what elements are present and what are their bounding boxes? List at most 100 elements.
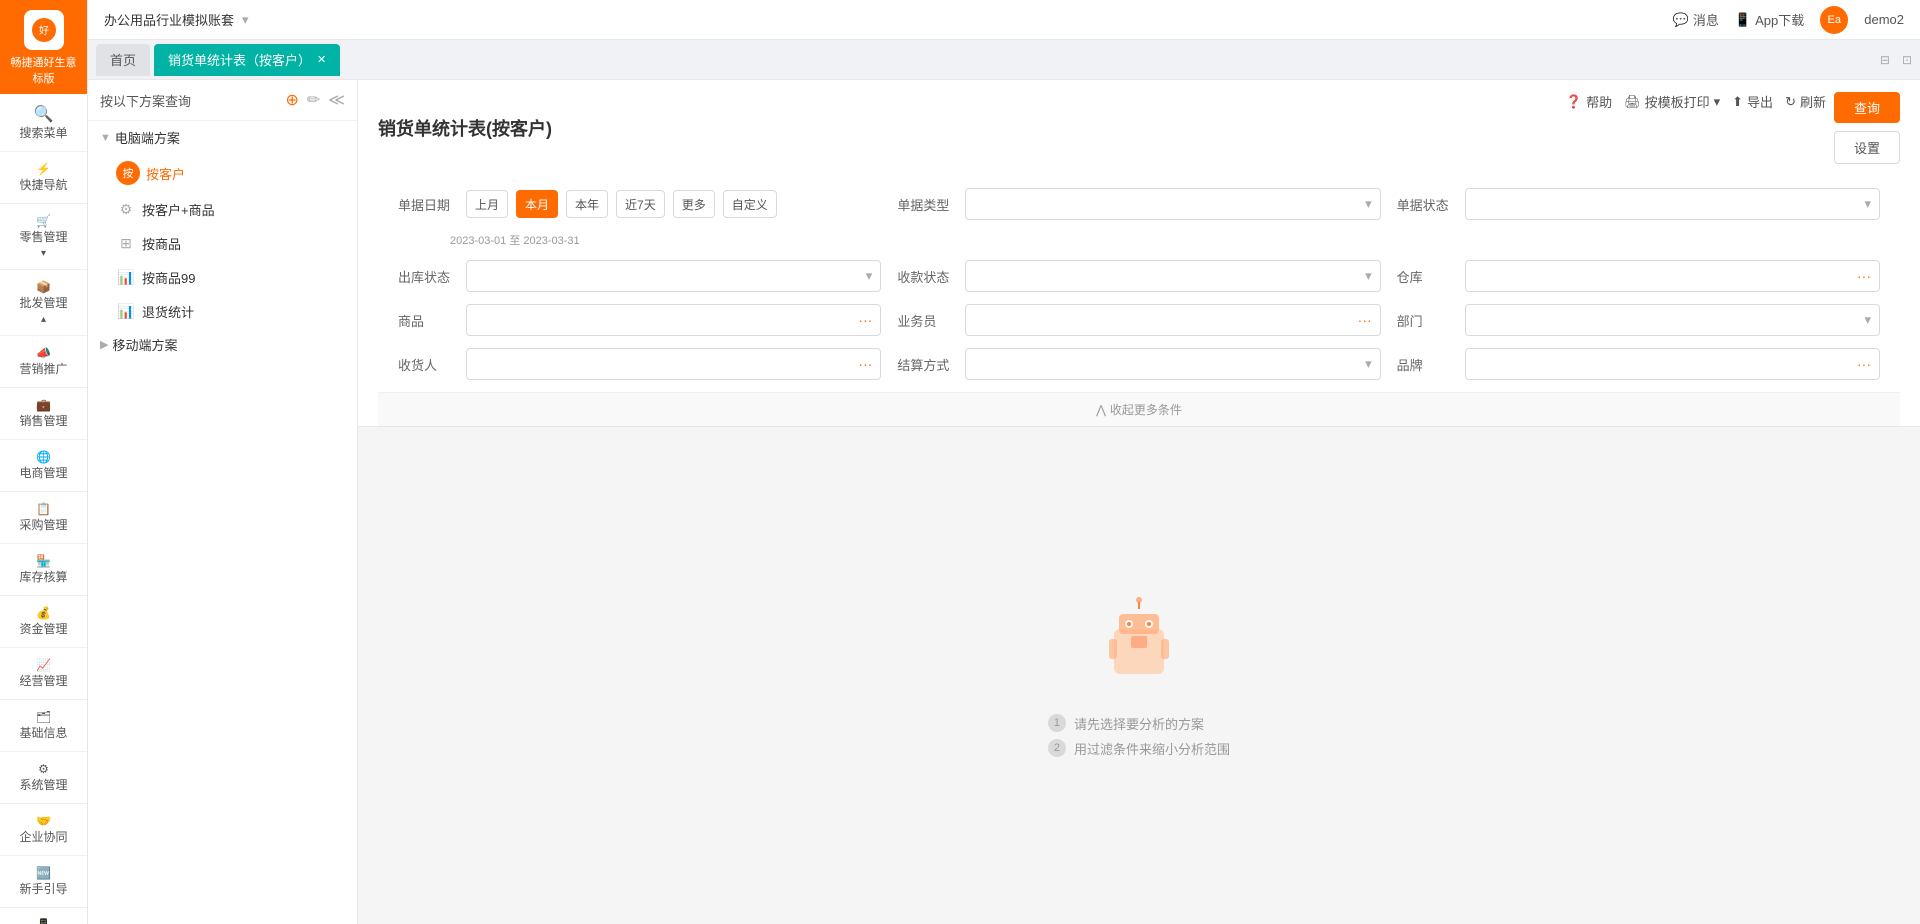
help-btn[interactable]: ❓ 帮助 — [1566, 92, 1612, 111]
left-panel-title: 按以下方案查询 — [100, 91, 191, 110]
tree-mobile-section[interactable]: ▶ 移动端方案 — [88, 328, 357, 361]
tree-desktop-section[interactable]: ▼ 电脑端方案 — [88, 121, 357, 154]
dept-input[interactable]: ▾ — [1465, 304, 1880, 336]
tab-close-icon[interactable]: ✕ — [317, 53, 326, 66]
scheme-goods-icon: ⊞ — [116, 233, 136, 253]
settle-arrow-icon: ▾ — [1365, 356, 1372, 372]
filter-outstatus-row: 出库状态 ▾ — [398, 260, 881, 292]
empty-steps: 1 请先选择要分析的方案 2 用过滤条件来缩小分析范围 — [1048, 714, 1230, 758]
filter-doctype-row: 单据类型 ▾ — [897, 188, 1380, 220]
sidebar-item-ecommerce[interactable]: 🌐 电商管理 — [0, 440, 87, 492]
tab-bar: 首页 销货单统计表（按客户） ✕ ⊟ ⊡ — [88, 40, 1920, 80]
salesperson-input[interactable]: ··· — [965, 304, 1380, 336]
goods-dots-icon: ··· — [858, 312, 872, 328]
add-scheme-icon[interactable]: ⊕ — [285, 90, 298, 110]
filter-salesperson-row: 业务员 ··· — [897, 304, 1380, 336]
salesperson-label: 业务员 — [897, 311, 957, 330]
date-btn-thismonth[interactable]: 本月 — [516, 190, 558, 218]
scheme-item-goods[interactable]: ⊞ 按商品 — [104, 226, 357, 260]
edit-scheme-icon[interactable]: ✏ — [307, 90, 320, 110]
sidebar-item-quick-nav[interactable]: ⚡ 快捷导航 — [0, 152, 87, 204]
scheme-item-return[interactable]: 📊 退货统计 — [104, 294, 357, 328]
collectstatus-arrow-icon: ▾ — [1365, 268, 1372, 284]
help-icon: ❓ — [1566, 94, 1582, 110]
refresh-btn[interactable]: ↻ 刷新 — [1785, 92, 1826, 111]
receiver-input[interactable]: ··· — [466, 348, 881, 380]
outstatus-label: 出库状态 — [398, 267, 458, 286]
print-btn[interactable]: 🖨 按模板打印 ▾ — [1624, 92, 1720, 111]
scheme-return-label: 退货统计 — [142, 302, 194, 321]
date-buttons-row: 上月 本月 本年 近7天 更多 自定义 — [466, 190, 881, 218]
tab-minimize-icon[interactable]: ⊟ — [1880, 53, 1890, 67]
date-btn-more[interactable]: 更多 — [673, 190, 715, 218]
doctype-input[interactable]: ▾ — [965, 188, 1380, 220]
sidebar-item-stock[interactable]: 🏪 库存核算 — [0, 544, 87, 596]
user-avatar[interactable]: Ea — [1820, 6, 1848, 34]
mobile-section-label: 移动端方案 — [112, 335, 177, 354]
scheme-item-goods99[interactable]: 📊 按商品99 — [104, 260, 357, 294]
step-1-text: 请先选择要分析的方案 — [1074, 714, 1204, 733]
left-panel-header: 按以下方案查询 ⊕ ✏ ≪ — [88, 80, 357, 121]
export-icon: ⬆ — [1732, 94, 1743, 110]
sidebar-item-search[interactable]: 🔍 搜索菜单 — [0, 94, 87, 152]
sidebar-item-sales[interactable]: 💼 销售管理 — [0, 388, 87, 440]
brand-label: 品牌 — [1397, 355, 1457, 374]
date-btn-lastmonth[interactable]: 上月 — [466, 190, 508, 218]
sidebar-item-appcenter[interactable]: 📱 应用中心 — [0, 908, 87, 924]
sidebar-item-enterprise[interactable]: 🤝 企业协同 — [0, 804, 87, 856]
scheme-goods-label: 按商品 — [142, 234, 181, 253]
page-header: 销货单统计表(按客户) ❓ 帮助 🖨 按模板打印 ▾ — [358, 80, 1920, 427]
sidebar-item-operations[interactable]: 📈 经营管理 — [0, 648, 87, 700]
scheme-goods99-label: 按商品99 — [142, 268, 195, 287]
filter-collectstatus-row: 收款状态 ▾ — [897, 260, 1380, 292]
sidebar-item-newuser[interactable]: 🆕 新手引导 — [0, 856, 87, 908]
goods-input[interactable]: ··· — [466, 304, 881, 336]
platform-dropdown-arrow[interactable]: ▾ — [242, 12, 249, 28]
right-panel: 销货单统计表(按客户) ❓ 帮助 🖨 按模板打印 ▾ — [358, 80, 1920, 924]
collapse-arrow-icon: ⋀ — [1096, 403, 1106, 417]
svg-text:好: 好 — [39, 25, 49, 37]
user-name[interactable]: demo2 — [1864, 12, 1904, 27]
export-btn[interactable]: ⬆ 导出 — [1732, 92, 1773, 111]
outstatus-input[interactable]: ▾ — [466, 260, 881, 292]
scheme-customer-label: 按客户 — [146, 164, 185, 183]
date-btn-custom[interactable]: 自定义 — [723, 190, 777, 218]
sidebar-item-finance[interactable]: 💰 资金管理 — [0, 596, 87, 648]
collapse-scheme-icon[interactable]: ≪ — [328, 90, 345, 110]
empty-illustration — [1089, 594, 1189, 694]
sidebar-item-purchase[interactable]: 📋 采购管理 — [0, 492, 87, 544]
collapse-bar[interactable]: ⋀ 收起更多条件 — [378, 392, 1900, 426]
query-button[interactable]: 查询 — [1834, 92, 1900, 123]
doctype-label: 单据类型 — [897, 195, 957, 214]
app-download-btn[interactable]: 📱 App下载 — [1735, 10, 1804, 29]
tab-maximize-icon[interactable]: ⊡ — [1902, 53, 1912, 67]
collectstatus-input[interactable]: ▾ — [965, 260, 1380, 292]
empty-step-1: 1 请先选择要分析的方案 — [1048, 714, 1230, 733]
brand-dots-icon: ··· — [1857, 356, 1871, 372]
docstatus-label: 单据状态 — [1397, 195, 1457, 214]
scheme-item-customer-goods[interactable]: ⚙ 按客户+商品 — [104, 192, 357, 226]
brand-input[interactable]: ··· — [1465, 348, 1880, 380]
tab-sales-report-label: 销货单统计表（按客户） — [168, 50, 311, 69]
step-num-2: 2 — [1048, 739, 1066, 757]
refresh-label: 刷新 — [1800, 92, 1826, 111]
settings-button[interactable]: 设置 — [1834, 131, 1900, 164]
tab-sales-report[interactable]: 销货单统计表（按客户） ✕ — [154, 44, 340, 76]
date-btn-7days[interactable]: 近7天 — [616, 190, 665, 218]
sidebar-item-system[interactable]: ⚙ 系统管理 — [0, 752, 87, 804]
sidebar-logo: 好 畅捷通好生意 标版 — [0, 0, 87, 94]
warehouse-input[interactable]: ··· — [1465, 260, 1880, 292]
content-area: 按以下方案查询 ⊕ ✏ ≪ ▼ 电脑端方案 按 按客户 ⚙ 按客 — [88, 80, 1920, 924]
message-btn[interactable]: 💬 消息 — [1673, 10, 1719, 29]
step-num-1: 1 — [1048, 714, 1066, 732]
sidebar-item-retail[interactable]: 🛒 零售管理 ▾ — [0, 204, 87, 270]
docstatus-input[interactable]: ▾ — [1465, 188, 1880, 220]
tab-home[interactable]: 首页 — [96, 44, 150, 76]
scheme-return-icon: 📊 — [116, 301, 136, 321]
date-btn-thisyear[interactable]: 本年 — [566, 190, 608, 218]
sidebar-item-marketing[interactable]: 📣 营销推广 — [0, 336, 87, 388]
scheme-item-customer[interactable]: 按 按客户 — [104, 154, 357, 192]
settle-input[interactable]: ▾ — [965, 348, 1380, 380]
sidebar-item-basic[interactable]: 🗂 基础信息 — [0, 700, 87, 752]
sidebar-item-wholesale[interactable]: 📦 批发管理 ▴ — [0, 270, 87, 336]
